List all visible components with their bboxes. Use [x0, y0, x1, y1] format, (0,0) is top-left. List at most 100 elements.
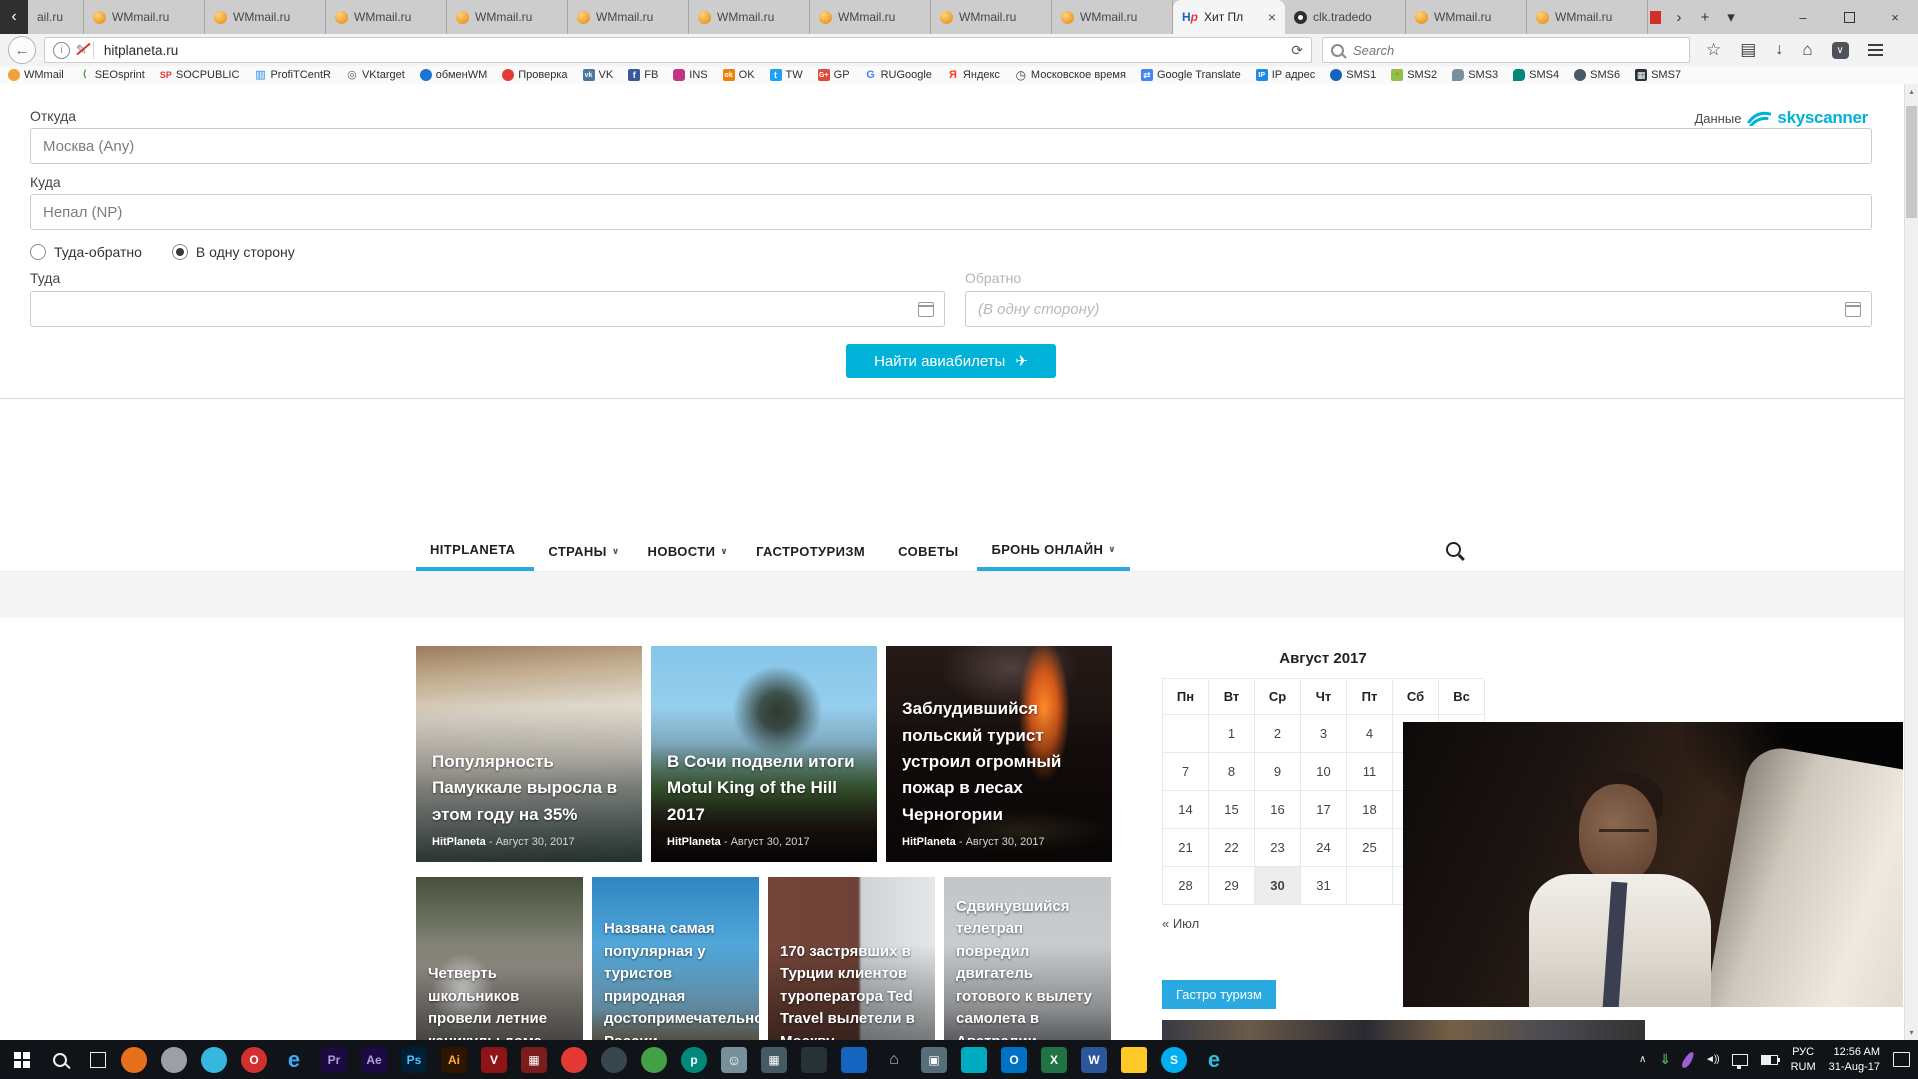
- article-title[interactable]: Популярность Памуккале выросла в этом го…: [432, 749, 626, 828]
- restore-button[interactable]: [1826, 0, 1872, 34]
- nav-item[interactable]: БРОНЬ ОНЛАЙН ∨: [977, 531, 1131, 571]
- from-field[interactable]: [30, 128, 1872, 164]
- bookmark-item[interactable]: ⇄ Google Translate: [1140, 69, 1241, 81]
- calendar-cell[interactable]: 1: [1209, 715, 1255, 753]
- find-flights-button[interactable]: Найти авиабилеты ✈: [846, 344, 1056, 378]
- language-indicator[interactable]: РУС RUM: [1791, 1045, 1816, 1075]
- tab-scroll-right-button[interactable]: ›: [1666, 0, 1692, 34]
- illustrator-icon[interactable]: Ai: [441, 1046, 467, 1073]
- nav-item[interactable]: HITPLANETA: [416, 531, 535, 571]
- bookmark-item[interactable]: SMS1: [1330, 69, 1376, 81]
- nav-item[interactable]: НОВОСТИ ∨: [634, 531, 743, 571]
- browser-tab[interactable]: WMmail.ru: [1406, 0, 1527, 34]
- edge-icon[interactable]: e: [281, 1047, 307, 1073]
- bookmark-item[interactable]: Я Яндекс: [947, 69, 1000, 81]
- browser-tab[interactable]: [1648, 0, 1666, 34]
- return-date-input[interactable]: [966, 300, 1845, 318]
- outlook-icon[interactable]: O: [1001, 1046, 1027, 1073]
- browser-tab[interactable]: WMmail.ru: [1052, 0, 1173, 34]
- file-explorer-icon[interactable]: [1121, 1046, 1147, 1073]
- dark-app-icon[interactable]: [801, 1046, 827, 1073]
- calendar-cell[interactable]: 17: [1301, 791, 1347, 829]
- bookmark-item[interactable]: G+ GP: [817, 69, 850, 81]
- article-title[interactable]: Заблудившийся польский турист устроил ог…: [902, 696, 1096, 828]
- calendar-cell[interactable]: 21: [1163, 829, 1209, 867]
- video-player[interactable]: [1403, 722, 1903, 1007]
- bookmark-item[interactable]: ▥ ProfiTCentR: [254, 69, 331, 81]
- calendar-cell[interactable]: 8: [1209, 753, 1255, 791]
- word-icon[interactable]: W: [1081, 1046, 1107, 1073]
- browser-tab[interactable]: WMmail.ru: [447, 0, 568, 34]
- reload-icon[interactable]: ⟳: [1291, 42, 1303, 59]
- bookmark-item[interactable]: vk VK: [582, 69, 613, 81]
- nav-item[interactable]: СОВЕТЫ: [884, 531, 977, 571]
- browser-tab-active[interactable]: Hp Хит Пл ×: [1173, 0, 1285, 34]
- scroll-down-icon[interactable]: ▾: [1905, 1028, 1918, 1037]
- bookmark-item[interactable]: ▪ SMS2: [1391, 69, 1437, 81]
- calendar-cell[interactable]: 18: [1347, 791, 1393, 829]
- calendar-cell[interactable]: 15: [1209, 791, 1255, 829]
- bookmark-item[interactable]: обменWM: [419, 69, 487, 81]
- browser-tab[interactable]: WMmail.ru: [84, 0, 205, 34]
- return-date-field[interactable]: [965, 291, 1872, 327]
- article-card[interactable]: В Сочи подвели итоги Motul King of the H…: [651, 646, 877, 862]
- bookmark-star-icon[interactable]: ☆: [1706, 40, 1721, 60]
- bookmark-item[interactable]: Проверка: [502, 69, 568, 81]
- v-app-icon[interactable]: V: [481, 1046, 507, 1073]
- calendar-prev-month-link[interactable]: « Июл: [1162, 916, 1199, 931]
- downloads-icon[interactable]: ↓: [1775, 41, 1783, 59]
- calendar-cell[interactable]: [1163, 715, 1209, 753]
- ie-icon[interactable]: e: [1201, 1047, 1227, 1073]
- article-title[interactable]: Четверть школьников провели летние каник…: [428, 963, 571, 1040]
- search-bar[interactable]: [1322, 37, 1690, 63]
- contacts-icon[interactable]: ☺: [721, 1046, 747, 1073]
- bookmark-item[interactable]: WMmail: [8, 69, 64, 81]
- menu-icon[interactable]: [1867, 49, 1883, 51]
- bookmark-item[interactable]: INS: [673, 69, 708, 81]
- bookmark-item[interactable]: f FB: [628, 69, 658, 81]
- taskbar-search-icon[interactable]: [53, 1052, 67, 1067]
- bookmark-item[interactable]: IP IP адрес: [1255, 69, 1315, 81]
- roundtrip-radio[interactable]: [30, 244, 46, 260]
- red-circle-app-icon[interactable]: [561, 1046, 587, 1073]
- scroll-up-icon[interactable]: ▴: [1905, 87, 1918, 96]
- feather-app-icon[interactable]: [1679, 1050, 1697, 1069]
- calendar-cell[interactable]: [1347, 867, 1393, 905]
- article-card[interactable]: Заблудившийся польский турист устроил ог…: [886, 646, 1112, 862]
- download-manager-icon[interactable]: ⇓: [1659, 1051, 1671, 1068]
- calendar-cell[interactable]: 14: [1163, 791, 1209, 829]
- calendar-cell[interactable]: 2: [1255, 715, 1301, 753]
- calendar-cell[interactable]: 24: [1301, 829, 1347, 867]
- bookmark-item[interactable]: SMS3: [1452, 69, 1498, 81]
- article-title[interactable]: Названа самая популярная у туристов прир…: [604, 918, 759, 1040]
- clock[interactable]: 12:56 AM 31-Aug-17: [1829, 1045, 1880, 1075]
- tab-close-icon[interactable]: ×: [1268, 10, 1276, 24]
- red-grid-app-icon[interactable]: ▦: [521, 1046, 547, 1073]
- bookmark-item[interactable]: ◷ Московское время: [1015, 69, 1126, 81]
- article-card[interactable]: 170 застрявших в Турции клиентов туропер…: [768, 877, 935, 1040]
- volume-icon[interactable]: ◄)): [1705, 1054, 1720, 1065]
- home-icon[interactable]: ⌂: [1802, 40, 1812, 60]
- article-card[interactable]: Названа самая популярная у туристов прир…: [592, 877, 759, 1040]
- teal-circle-app-icon[interactable]: p: [681, 1046, 707, 1073]
- article-author[interactable]: HitPlaneta: [902, 836, 956, 848]
- bookmark-item[interactable]: SMS6: [1574, 69, 1620, 81]
- article-card[interactable]: Четверть школьников провели летние каник…: [416, 877, 583, 1040]
- bookmark-item[interactable]: G RUGoogle: [865, 69, 932, 81]
- calendar-cell[interactable]: 9: [1255, 753, 1301, 791]
- browser-tab[interactable]: WMmail.ru: [205, 0, 326, 34]
- article-author[interactable]: HitPlaneta: [667, 836, 721, 848]
- calendar-cell[interactable]: 25: [1347, 829, 1393, 867]
- battery-icon[interactable]: [1760, 1054, 1780, 1065]
- photoshop-icon[interactable]: Ps: [401, 1046, 427, 1073]
- page-info-icon[interactable]: i: [53, 41, 70, 59]
- start-button[interactable]: [14, 1051, 30, 1068]
- new-tab-button[interactable]: +: [1692, 0, 1718, 34]
- tray-expand-icon[interactable]: ∧: [1639, 1054, 1646, 1065]
- browser-tab[interactable]: ail.ru: [28, 0, 84, 34]
- premiere-icon[interactable]: Pr: [321, 1046, 347, 1073]
- article-title[interactable]: 170 застрявших в Турции клиентов туропер…: [780, 941, 923, 1041]
- calendar-cell[interactable]: 30: [1255, 867, 1301, 905]
- url-bar[interactable]: i ✎ ⟳: [44, 37, 1312, 63]
- back-button[interactable]: ←: [8, 36, 36, 64]
